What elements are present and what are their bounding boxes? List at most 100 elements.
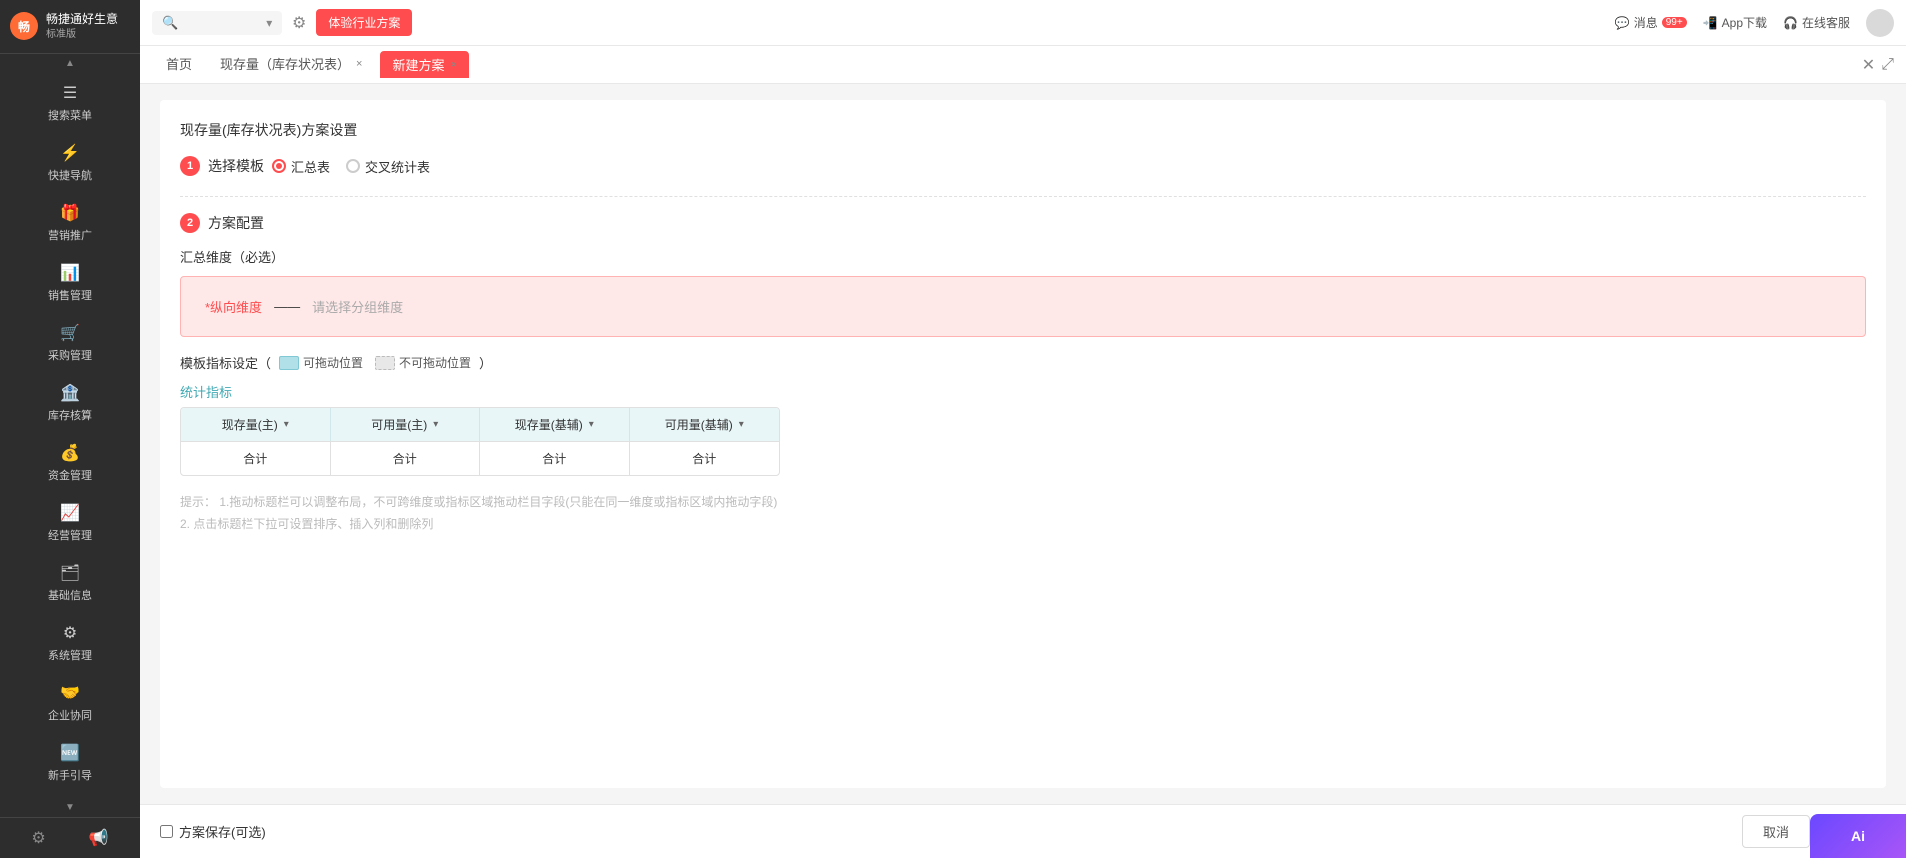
- download-icon: 📲: [1703, 16, 1718, 30]
- stats-th-3[interactable]: 可用量(基辅) ▾: [630, 408, 780, 441]
- topbar-dropdown-icon[interactable]: ▾: [266, 16, 272, 30]
- message-icon: 💬: [1615, 16, 1630, 30]
- legend-non-draggable: 不可拖动位置: [375, 354, 471, 371]
- topbar: 🔍 ▾ ⚙ 体验行业方案 💬 消息 99+ 📲 App下载 🎧 在线客服: [140, 0, 1906, 46]
- dim-dash: ——: [274, 299, 300, 314]
- stats-section: 统计指标 现存量(主) ▾ 可用量(主) ▾: [180, 382, 1866, 476]
- avatar[interactable]: [1866, 9, 1894, 37]
- sidebar-item-basic-info[interactable]: 🗂 基础信息: [0, 553, 140, 613]
- close-panel-button[interactable]: ✕: [1862, 55, 1875, 75]
- footer-bar: 方案保存(可选) 取消 查询: [140, 804, 1906, 858]
- main-area: 🔍 ▾ ⚙ 体验行业方案 💬 消息 99+ 📲 App下载 🎧 在线客服: [140, 0, 1906, 858]
- save-checkbox-label[interactable]: 方案保存(可选): [160, 822, 266, 841]
- stats-table-header: 现存量(主) ▾ 可用量(主) ▾ 现存量(基辅): [181, 408, 779, 441]
- service-icon: 🎧: [1783, 16, 1798, 30]
- quick-nav-icon: ⚡: [60, 143, 80, 163]
- step1-section: 1 选择模板 汇总表 交叉统计表: [180, 156, 1866, 176]
- topbar-search-box[interactable]: 🔍 ▾: [152, 11, 282, 35]
- indicator-legend: 可拖动位置 不可拖动位置: [279, 354, 471, 371]
- stats-title: 统计指标: [180, 382, 1866, 401]
- sidebar-item-guide[interactable]: 🆕 新手引导: [0, 733, 140, 793]
- sidebar-item-collab[interactable]: 🤝 企业协同: [0, 673, 140, 733]
- radio-summary-dot: [272, 159, 286, 173]
- save-checkbox[interactable]: [160, 825, 173, 838]
- sidebar-item-sales[interactable]: 📊 销售管理: [0, 253, 140, 313]
- app-logo-text: 畅捷通好生意 标准版: [46, 12, 118, 41]
- content-inner: 现存量(库存状况表)方案设置 1 选择模板 汇总表: [160, 100, 1886, 788]
- indicators-config: 模板指标设定（ 可拖动位置 不可拖动位置: [180, 353, 1866, 535]
- step1-title: 选择模板: [208, 156, 264, 176]
- template-options: 汇总表 交叉统计表: [272, 157, 430, 176]
- aggregate-label: 汇总维度（必选）: [180, 247, 1866, 266]
- topbar-settings-icon[interactable]: ⚙: [292, 13, 306, 33]
- chevron-2: ▾: [589, 419, 594, 430]
- search-menu-icon: ☰: [63, 83, 77, 103]
- sidebar-item-operations[interactable]: 📈 经营管理: [0, 493, 140, 553]
- non-draggable-box: [375, 356, 395, 370]
- app-download-button[interactable]: 📲 App下载: [1703, 14, 1767, 31]
- sidebar-item-finance[interactable]: 💰 资金管理: [0, 433, 140, 493]
- step1-header: 1 选择模板 汇总表 交叉统计表: [180, 156, 1866, 176]
- marketing-icon: 🎁: [60, 203, 80, 223]
- cancel-button[interactable]: 取消: [1742, 815, 1810, 848]
- radio-cross[interactable]: 交叉统计表: [346, 157, 430, 176]
- dim-label: *纵向维度: [205, 297, 262, 316]
- purchase-icon: 🛒: [60, 323, 80, 343]
- indicators-label: 模板指标设定（ 可拖动位置 不可拖动位置: [180, 353, 1866, 372]
- dim-placeholder: 请选择分组维度: [312, 297, 403, 316]
- tab-close-new-plan[interactable]: ×: [450, 59, 456, 71]
- expand-panel-button[interactable]: ⤢: [1881, 55, 1894, 75]
- step1-divider: [180, 196, 1866, 197]
- settings-icon[interactable]: ⚙: [31, 828, 45, 848]
- stats-td-0-3: 合计: [630, 442, 780, 475]
- draggable-box: [279, 356, 299, 370]
- sidebar-nav: ☰ 搜索菜单 ⚡ 快捷导航 🎁 营销推广 📊 销售管理 🛒 采购管理 🏦 库存核…: [0, 73, 140, 798]
- chevron-0: ▾: [284, 419, 289, 430]
- sidebar-item-purchase[interactable]: 🛒 采购管理: [0, 313, 140, 373]
- stats-th-0[interactable]: 现存量(主) ▾: [181, 408, 331, 441]
- ai-button[interactable]: Ai: [1810, 814, 1906, 858]
- sidebar-item-search[interactable]: ☰ 搜索菜单: [0, 73, 140, 133]
- online-service-button[interactable]: 🎧 在线客服: [1783, 14, 1850, 31]
- sidebar-scroll-down[interactable]: ▼: [0, 798, 140, 817]
- stats-table-row: 合计 合计 合计 合计: [181, 441, 779, 475]
- search-input[interactable]: [182, 16, 262, 30]
- finance-icon: 💰: [60, 443, 80, 463]
- step2-header: 2 方案配置: [180, 213, 1866, 233]
- radio-cross-dot: [346, 159, 360, 173]
- sidebar-logo: 畅 畅捷通好生意 标准版: [0, 0, 140, 54]
- collab-icon: 🤝: [60, 683, 80, 703]
- tab-bar: 首页 现存量（库存状况表） × 新建方案 × ✕ ⤢: [140, 46, 1906, 84]
- speaker-icon[interactable]: 📢: [89, 828, 109, 848]
- trial-button[interactable]: 体验行业方案: [316, 9, 412, 36]
- dimension-area[interactable]: *纵向维度 —— 请选择分组维度: [180, 276, 1866, 337]
- stats-td-0-2: 合计: [480, 442, 630, 475]
- stats-th-1[interactable]: 可用量(主) ▾: [331, 408, 481, 441]
- tab-close-inventory[interactable]: ×: [356, 58, 362, 70]
- sidebar-scroll-up[interactable]: ▲: [0, 54, 140, 73]
- dim-row: *纵向维度 —— 请选择分组维度: [205, 297, 1841, 316]
- radio-summary[interactable]: 汇总表: [272, 157, 330, 176]
- operations-icon: 📈: [60, 503, 80, 523]
- tips-area: 提示： 1.拖动标题栏可以调整布局，不可跨维度或指标区域拖动栏目字段(只能在同一…: [180, 492, 1866, 535]
- step1-badge: 1: [180, 156, 200, 176]
- tab-inventory-status[interactable]: 现存量（库存状况表） ×: [206, 46, 376, 83]
- tip-1: 提示： 1.拖动标题栏可以调整布局，不可跨维度或指标区域拖动栏目字段(只能在同一…: [180, 492, 1866, 514]
- sidebar-bottom: ⚙ 📢: [0, 817, 140, 858]
- chevron-1: ▾: [433, 419, 438, 430]
- sidebar: 畅 畅捷通好生意 标准版 ▲ ☰ 搜索菜单 ⚡ 快捷导航 🎁 营销推广 📊 销售…: [0, 0, 140, 858]
- topbar-right: 💬 消息 99+ 📲 App下载 🎧 在线客服: [1615, 9, 1894, 37]
- sidebar-item-system[interactable]: ⚙ 系统管理: [0, 613, 140, 673]
- messages-button[interactable]: 💬 消息 99+: [1615, 14, 1687, 31]
- sidebar-item-quicknav[interactable]: ⚡ 快捷导航: [0, 133, 140, 193]
- tab-new-plan[interactable]: 新建方案 ×: [380, 51, 468, 78]
- basic-info-icon: 🗂: [60, 563, 80, 583]
- sidebar-item-marketing[interactable]: 🎁 营销推广: [0, 193, 140, 253]
- tip-2: 2. 点击标题栏下拉可设置排序、插入列和删除列: [180, 514, 1866, 536]
- step2-title: 方案配置: [208, 213, 264, 233]
- chevron-3: ▾: [739, 419, 744, 430]
- tab-home[interactable]: 首页: [152, 46, 206, 83]
- sidebar-item-inventory[interactable]: 🏦 库存核算: [0, 373, 140, 433]
- inventory-icon: 🏦: [60, 383, 80, 403]
- stats-th-2[interactable]: 现存量(基辅) ▾: [480, 408, 630, 441]
